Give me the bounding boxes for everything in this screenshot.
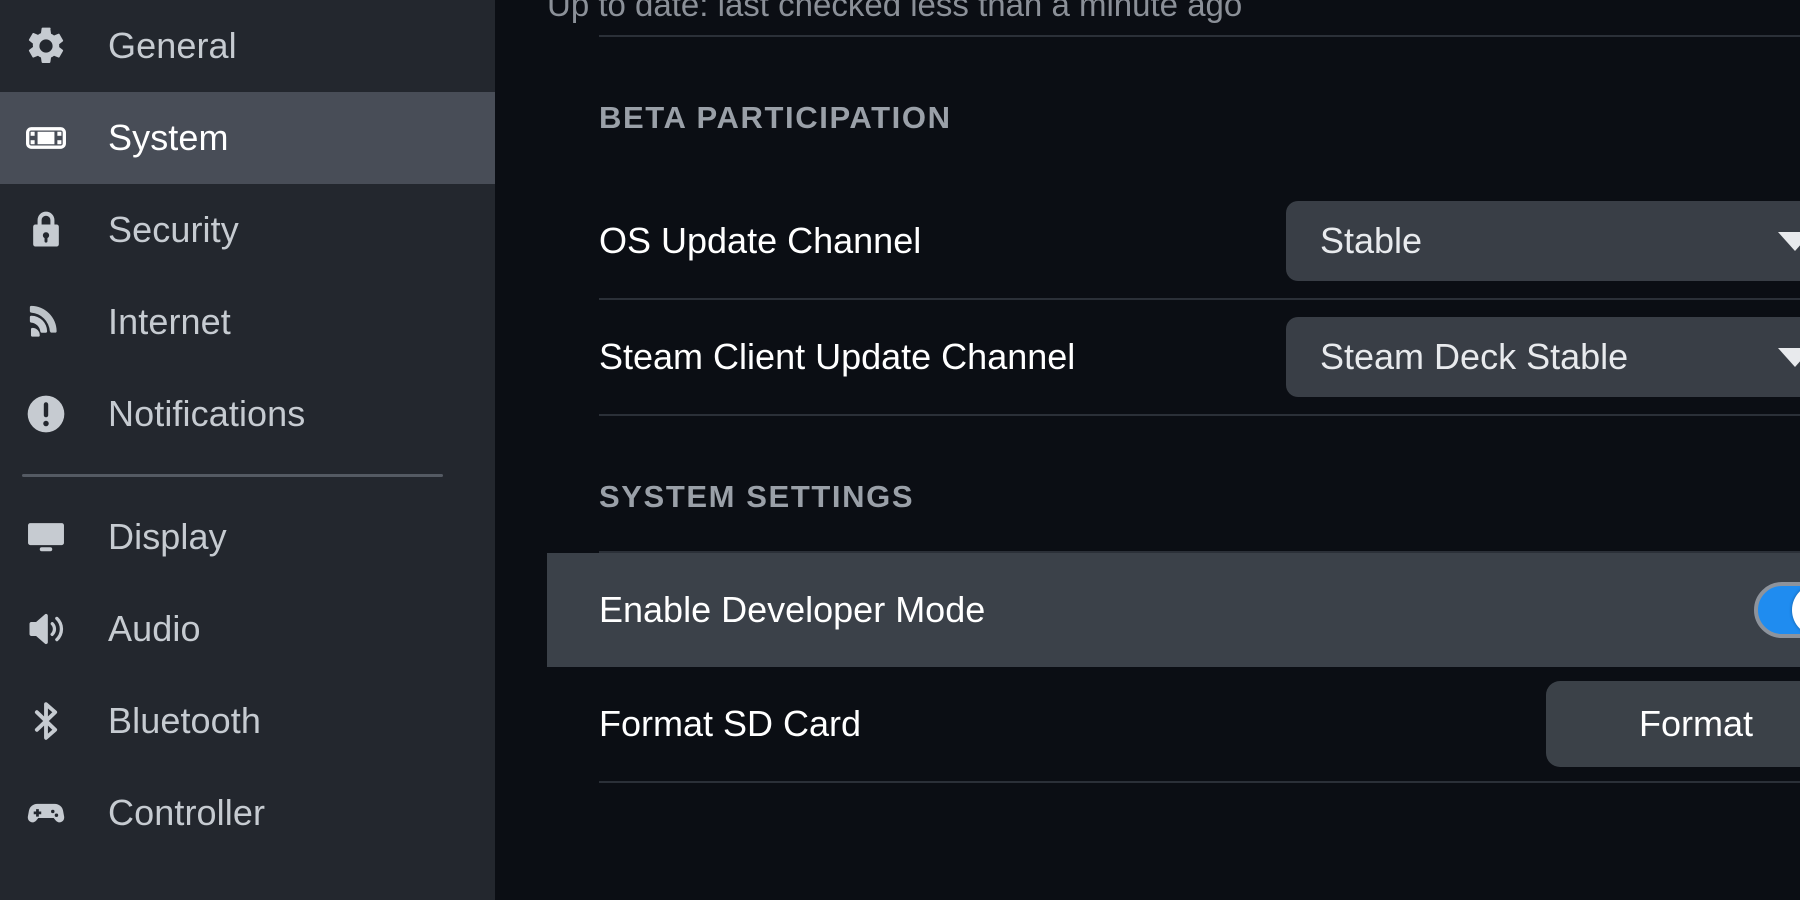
row-label: OS Update Channel bbox=[599, 220, 922, 261]
lock-icon bbox=[22, 206, 70, 254]
format-sd-card-button[interactable]: Format bbox=[1546, 681, 1800, 767]
sidebar-item-label: General bbox=[108, 25, 237, 66]
sidebar-item-label: System bbox=[108, 117, 229, 158]
sidebar-item-label: Display bbox=[108, 516, 227, 557]
sidebar-item-controller[interactable]: Controller bbox=[0, 767, 495, 859]
sidebar-item-audio[interactable]: Audio bbox=[0, 583, 495, 675]
sidebar-item-general[interactable]: General bbox=[0, 0, 495, 92]
update-status-text: Up to date: last checked less than a min… bbox=[547, 0, 1243, 23]
sidebar-item-internet[interactable]: Internet bbox=[0, 276, 495, 368]
dropdown-value: Steam Deck Stable bbox=[1320, 336, 1629, 377]
section-heading-system: SYSTEM SETTINGS bbox=[599, 479, 915, 514]
developer-mode-toggle[interactable] bbox=[1754, 582, 1800, 638]
handheld-icon bbox=[22, 114, 70, 162]
row-separator-4 bbox=[599, 781, 1800, 783]
sidebar-item-display[interactable]: Display bbox=[0, 491, 495, 583]
sidebar-item-security[interactable]: Security bbox=[0, 184, 495, 276]
toggle-knob bbox=[1792, 584, 1800, 636]
steam-client-update-channel-dropdown[interactable]: Steam Deck Stable bbox=[1286, 317, 1800, 397]
row-label: Format SD Card bbox=[599, 703, 862, 744]
sidebar-divider bbox=[22, 474, 443, 477]
bluetooth-icon bbox=[22, 697, 70, 745]
sidebar-item-label: Internet bbox=[108, 301, 231, 342]
settings-sidebar: General System Security Internet Notific… bbox=[0, 0, 495, 900]
row-steam-client-update-channel[interactable]: Steam Client Update Channel Steam Deck S… bbox=[547, 300, 1800, 414]
alert-circle-icon bbox=[22, 390, 70, 438]
dropdown-value: Stable bbox=[1320, 220, 1423, 261]
row-control: Steam Deck Stable bbox=[1240, 317, 1800, 397]
monitor-icon bbox=[22, 513, 70, 561]
sidebar-item-bluetooth[interactable]: Bluetooth bbox=[0, 675, 495, 767]
row-format-sd-card[interactable]: Format SD Card Format bbox=[547, 667, 1800, 781]
speaker-icon bbox=[22, 605, 70, 653]
sidebar-item-label: Audio bbox=[108, 608, 201, 649]
section-heading-beta: BETA PARTICIPATION bbox=[599, 100, 952, 135]
settings-content-panel: Up to date: last checked less than a min… bbox=[495, 0, 1800, 900]
row-label: Enable Developer Mode bbox=[599, 589, 986, 630]
steam-deck-settings-screen: General System Security Internet Notific… bbox=[0, 0, 1800, 900]
chevron-down-icon bbox=[1778, 231, 1800, 251]
os-update-channel-dropdown[interactable]: Stable bbox=[1286, 201, 1800, 281]
gamepad-icon bbox=[22, 789, 70, 837]
row-control bbox=[1708, 582, 1800, 638]
sidebar-item-label: Controller bbox=[108, 792, 266, 833]
sidebar-item-label: Notifications bbox=[108, 393, 306, 434]
gear-icon bbox=[22, 22, 70, 70]
row-control: Stable bbox=[1240, 201, 1800, 281]
sidebar-item-system[interactable]: System bbox=[0, 92, 495, 184]
sidebar-item-label: Security bbox=[108, 209, 239, 250]
chevron-down-icon bbox=[1778, 347, 1800, 367]
row-os-update-channel[interactable]: OS Update Channel Stable bbox=[547, 184, 1800, 298]
row-label: Steam Client Update Channel bbox=[599, 336, 1076, 377]
sidebar-item-notifications[interactable]: Notifications bbox=[0, 368, 495, 460]
sidebar-item-label: Bluetooth bbox=[108, 700, 262, 741]
row-enable-developer-mode[interactable]: Enable Developer Mode bbox=[547, 553, 1800, 667]
wifi-icon bbox=[22, 298, 70, 346]
row-control: Format bbox=[1500, 681, 1800, 767]
